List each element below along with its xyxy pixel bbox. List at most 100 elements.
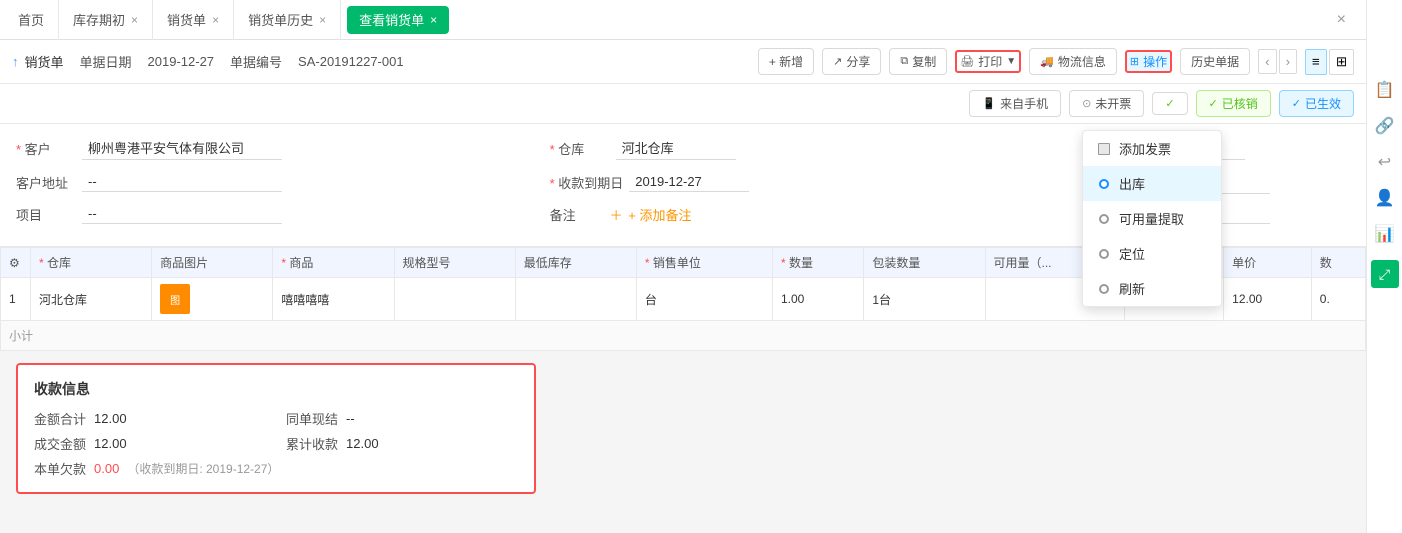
balance-value: 0.00 [94, 461, 119, 476]
doc-info: 单据日期 2019-12-27 单据编号 SA-20191227-001 [80, 52, 404, 71]
print-dropdown-icon: ▼ [1006, 56, 1016, 67]
address-value: -- [82, 172, 282, 192]
tab-home[interactable]: 首页 [10, 0, 59, 40]
total-amount-label: 金额合计 [34, 409, 86, 428]
dropdown-available[interactable]: 可用量提取 [1083, 201, 1221, 236]
toolbar-right: + 新增 ↗ 分享 ⧉ 复制 🖨 打印 ▼ 🚚 物流信息 [758, 48, 1354, 75]
payment-grid: 金额合计 12.00 同单现结 -- 成交金额 12.00 累计收款 12.00 [34, 409, 518, 478]
toolbar-left: ↑ 销货单 单据日期 2019-12-27 单据编号 SA-20191227-0… [12, 52, 404, 71]
doc-type-icon: ↑ [12, 54, 19, 69]
th-unit: 销售单位 [636, 248, 772, 278]
view-list-btn[interactable]: ≡ [1305, 49, 1327, 75]
view-toggle: ≡ ⊞ [1305, 49, 1354, 75]
add-button[interactable]: + 新增 [758, 48, 814, 75]
th-spec: 规格型号 [394, 248, 515, 278]
payment-box: 收款信息 金额合计 12.00 同单现结 -- 成交金额 12.00 [16, 363, 536, 494]
cumulative-item: 累计收款 12.00 [286, 434, 518, 453]
history-btn-label: 历史单据 [1191, 53, 1239, 70]
sidebar-icon-doc[interactable]: 📋 [1375, 80, 1395, 100]
date-label: 单据日期 [80, 52, 132, 71]
th-warehouse: 仓库 [31, 248, 152, 278]
phone-btn-label: 来自手机 [1000, 95, 1048, 112]
confirmed-badge: ✓ 已核销 [1196, 90, 1271, 117]
tab-sales[interactable]: 销货单 × [153, 0, 234, 40]
product-thumbnail: 图 [160, 284, 190, 314]
outbound-icon [1097, 177, 1111, 191]
dropdown-locate[interactable]: 定位 [1083, 236, 1221, 271]
nav-next[interactable]: › [1279, 49, 1297, 74]
td-product-img: 图 [152, 278, 273, 321]
add-note-btn[interactable]: ＋ + 添加备注 [610, 205, 692, 224]
td-qty: 1.00 [772, 278, 863, 321]
confirm-btn[interactable]: ✓ [1152, 92, 1187, 115]
right-sidebar: 📋 🔗 ↩ 👤 📊 ⤢ [1366, 0, 1402, 533]
due-date-field: 收款到期日 2019-12-27 [550, 172, 1084, 192]
settle-label: 同单现结 [286, 409, 338, 428]
confirmed-icon: ✓ [1209, 97, 1218, 110]
td-unit: 台 [636, 278, 772, 321]
address-field: 客户地址 -- [16, 172, 550, 192]
refresh-label: 刷新 [1119, 279, 1145, 298]
td-product: 嘻嘻嘻嘻 [273, 278, 394, 321]
copy-button[interactable]: ⧉ 复制 [889, 48, 947, 75]
tab-sales-close[interactable]: × [212, 13, 219, 27]
sidebar-icon-expand[interactable]: ⤢ [1371, 260, 1399, 288]
settle-value: -- [346, 411, 355, 426]
dropdown-add-invoice[interactable]: 添加发票 [1083, 131, 1221, 166]
share-btn-label: 分享 [846, 53, 870, 70]
sidebar-icon-return[interactable]: ↩ [1378, 152, 1391, 172]
nav-prev[interactable]: ‹ [1258, 49, 1276, 74]
dropdown-refresh[interactable]: 刷新 [1083, 271, 1221, 306]
confirmed-label: 已核销 [1222, 95, 1258, 112]
td-warehouse: 河北仓库 [31, 278, 152, 321]
tab-inventory-close[interactable]: × [131, 13, 138, 27]
subtotal-label: 小计 [1, 321, 1366, 351]
operation-btn-label: 操作 [1143, 53, 1167, 70]
due-date-value: 2019-12-27 [629, 172, 749, 192]
sidebar-icon-link[interactable]: 🔗 [1375, 116, 1395, 136]
copy-btn-label: 复制 [912, 53, 936, 70]
th-price: 单价 [1224, 248, 1312, 278]
th-settings[interactable]: ⚙ [1, 248, 31, 278]
tab-view-sales-label: 查看销货单 [359, 10, 424, 29]
print-button[interactable]: 🖨 打印 ▼ [955, 50, 1021, 73]
open-ticket-btn[interactable]: ⊙ 未开票 [1069, 90, 1144, 117]
tab-history[interactable]: 销货单历史 × [234, 0, 341, 40]
tab-view-sales-close[interactable]: × [430, 13, 437, 27]
sidebar-icon-chart[interactable]: 📊 [1375, 224, 1395, 244]
td-pack-qty: 1台 [864, 278, 985, 321]
tab-view-sales[interactable]: 查看销货单 × [347, 6, 449, 34]
logistics-icon: 🚚 [1040, 55, 1054, 68]
add-btn-label: + 新增 [769, 53, 803, 70]
history-button[interactable]: 历史单据 [1180, 48, 1250, 75]
operation-dropdown: 添加发票 出库 可用量提取 定位 刷新 [1082, 130, 1222, 307]
balance-item: 本单欠款 0.00 （收款到期日: 2019-12-27） [34, 459, 518, 478]
warehouse-field: 仓库 河北仓库 [550, 136, 1084, 160]
cumulative-label: 累计收款 [286, 434, 338, 453]
ticket-icon: ⊙ [1082, 97, 1091, 110]
close-button[interactable]: × [1327, 11, 1356, 29]
dropdown-outbound[interactable]: 出库 [1083, 166, 1221, 201]
tab-inventory[interactable]: 库存期初 × [59, 0, 153, 40]
cumulative-value: 12.00 [346, 436, 379, 451]
number-label: 单据编号 [230, 52, 282, 71]
nav-arrows: ‹ › [1258, 49, 1297, 74]
tab-history-label: 销货单历史 [248, 10, 313, 29]
operation-icon: ⊞ [1130, 55, 1139, 68]
tab-history-close[interactable]: × [319, 13, 326, 27]
logistics-button[interactable]: 🚚 物流信息 [1029, 48, 1117, 75]
td-amount: 0. [1311, 278, 1365, 321]
customer-label: 客户 [16, 139, 76, 158]
balance-label: 本单欠款 [34, 459, 86, 478]
view-grid-btn[interactable]: ⊞ [1329, 49, 1354, 75]
th-pack-qty: 包装数量 [864, 248, 985, 278]
sidebar-icon-user[interactable]: 👤 [1375, 188, 1395, 208]
effect-label: 已生效 [1305, 95, 1341, 112]
share-button[interactable]: ↗ 分享 [822, 48, 881, 75]
note-label: 备注 [550, 205, 610, 224]
th-qty: 数量 [772, 248, 863, 278]
operation-button[interactable]: ⊞ 操作 [1125, 50, 1172, 73]
note-field: 备注 ＋ + 添加备注 [550, 205, 1084, 224]
doc-type-label: 销货单 [25, 52, 64, 71]
phone-btn[interactable]: 📱 来自手机 [969, 90, 1061, 117]
